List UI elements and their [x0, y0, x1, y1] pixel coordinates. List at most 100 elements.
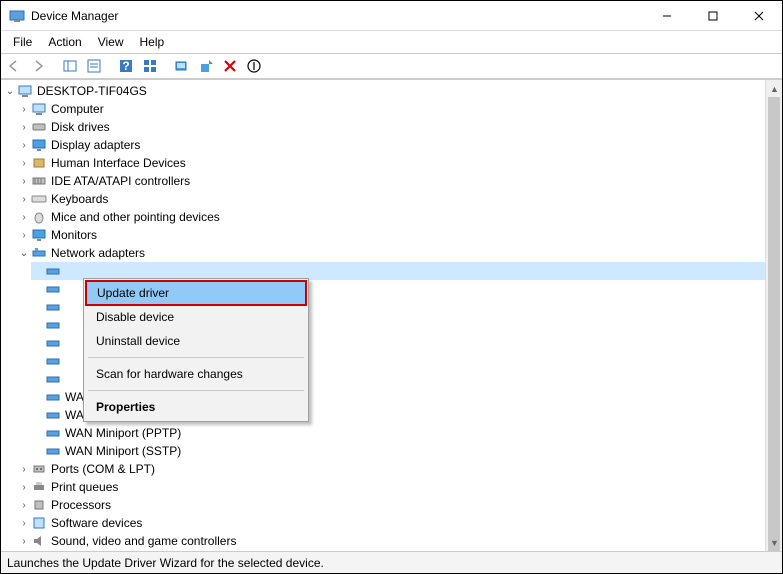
category-label: Sound, video and game controllers — [51, 534, 236, 548]
chevron-right-icon[interactable]: › — [17, 158, 31, 169]
ctx-update-driver[interactable]: Update driver — [85, 280, 307, 306]
device-label — [65, 318, 68, 332]
tree-category[interactable]: ›Mice and other pointing devices — [17, 208, 778, 226]
tree-category[interactable]: › Processors — [17, 496, 778, 514]
mouse-icon — [31, 209, 47, 225]
tree-root[interactable]: ⌄ DESKTOP-TIF04GS — [3, 82, 778, 100]
category-label: Keyboards — [51, 192, 108, 206]
disk-icon — [31, 119, 47, 135]
chevron-right-icon[interactable]: › — [17, 122, 31, 133]
monitor-icon — [31, 227, 47, 243]
window-title: Device Manager — [31, 9, 644, 23]
category-label: Display adapters — [51, 138, 140, 152]
ctx-disable-device[interactable]: Disable device — [86, 305, 306, 329]
ctx-properties[interactable]: Properties — [86, 395, 306, 419]
chevron-down-icon[interactable]: ⌄ — [17, 248, 31, 259]
tree-category[interactable]: › Keyboards — [17, 190, 778, 208]
tree-device[interactable]: WAN Miniport (SSTP) — [31, 442, 778, 460]
network-adapter-icon — [45, 317, 61, 333]
ide-icon — [31, 173, 47, 189]
forward-icon[interactable] — [27, 55, 49, 77]
chevron-right-icon[interactable]: › — [17, 500, 31, 511]
chevron-right-icon[interactable]: › — [17, 536, 31, 547]
chevron-right-icon[interactable]: › — [17, 482, 31, 493]
category-label: Computer — [51, 102, 104, 116]
chevron-right-icon[interactable]: › — [17, 140, 31, 151]
tree-category[interactable]: › Sound, video and game controllers — [17, 532, 778, 550]
disable-icon[interactable] — [243, 55, 265, 77]
tree-category[interactable]: › Computer — [17, 100, 778, 118]
vertical-scrollbar[interactable]: ▲ ▼ — [765, 80, 782, 551]
menu-help[interactable]: Help — [132, 33, 173, 51]
titlebar: Device Manager — [1, 1, 782, 31]
tree-category[interactable]: › Ports (COM & LPT) — [17, 460, 778, 478]
help-icon[interactable]: ? — [115, 55, 137, 77]
tree-category[interactable]: › Monitors — [17, 226, 778, 244]
tree-category[interactable]: › Software devices — [17, 514, 778, 532]
scroll-thumb[interactable] — [768, 97, 780, 551]
chevron-right-icon[interactable]: › — [17, 230, 31, 241]
network-adapter-icon — [45, 353, 61, 369]
tree-category-network[interactable]: ⌄ Network adapters — [17, 244, 778, 262]
category-label: Network adapters — [51, 246, 145, 260]
network-adapter-icon — [45, 443, 61, 459]
chevron-right-icon[interactable]: › — [17, 464, 31, 475]
category-label: Monitors — [51, 228, 97, 242]
network-adapter-icon — [45, 371, 61, 387]
close-button[interactable] — [736, 1, 782, 31]
tree-device[interactable]: WAN Miniport (PPTP) — [31, 424, 778, 442]
ctx-scan-hardware[interactable]: Scan for hardware changes — [86, 362, 306, 386]
device-label — [65, 264, 245, 278]
tree-category[interactable]: › Disk drives — [17, 118, 778, 136]
action-icon[interactable] — [139, 55, 161, 77]
software-icon — [31, 515, 47, 531]
maximize-button[interactable] — [690, 1, 736, 31]
statusbar: Launches the Update Driver Wizard for th… — [1, 551, 782, 573]
network-adapter-icon — [45, 263, 61, 279]
tree-category[interactable]: › Human Interface Devices — [17, 154, 778, 172]
chevron-right-icon[interactable]: › — [17, 194, 31, 205]
category-label: Ports (COM & LPT) — [51, 462, 155, 476]
menu-file[interactable]: File — [5, 33, 40, 51]
device-label: WAN Miniport (PPTP) — [65, 426, 181, 440]
network-adapter-icon — [45, 281, 61, 297]
chevron-right-icon[interactable]: › — [17, 518, 31, 529]
network-adapter-icon — [45, 335, 61, 351]
scan-hardware-icon[interactable] — [171, 55, 193, 77]
category-label: Software devices — [51, 516, 142, 530]
device-tree[interactable]: ⌄ DESKTOP-TIF04GS › Computer › Disk drives… — [1, 79, 782, 551]
category-label: Disk drives — [51, 120, 110, 134]
show-hide-console-icon[interactable] — [59, 55, 81, 77]
scroll-up-icon[interactable]: ▲ — [766, 80, 782, 97]
separator — [88, 357, 304, 358]
chevron-right-icon[interactable]: › — [17, 212, 31, 223]
tree-category[interactable]: › Print queues — [17, 478, 778, 496]
category-label: Print queues — [51, 480, 118, 494]
uninstall-icon[interactable] — [219, 55, 241, 77]
sound-icon — [31, 533, 47, 549]
menu-action[interactable]: Action — [40, 33, 89, 51]
update-driver-icon[interactable] — [195, 55, 217, 77]
network-adapter-icon — [45, 407, 61, 423]
status-text: Launches the Update Driver Wizard for th… — [7, 556, 324, 570]
category-label: IDE ATA/ATAPI controllers — [51, 174, 190, 188]
chevron-down-icon[interactable]: ⌄ — [3, 86, 17, 97]
hid-icon — [31, 155, 47, 171]
category-label: Processors — [51, 498, 111, 512]
ctx-uninstall-device[interactable]: Uninstall device — [86, 329, 306, 353]
menubar: File Action View Help — [1, 31, 782, 53]
properties-icon[interactable] — [83, 55, 105, 77]
back-icon[interactable] — [3, 55, 25, 77]
tree-category[interactable]: › Display adapters — [17, 136, 778, 154]
device-label: WAN Miniport (SSTP) — [65, 444, 181, 458]
tree-category[interactable]: › IDE ATA/ATAPI controllers — [17, 172, 778, 190]
scroll-down-icon[interactable]: ▼ — [766, 534, 782, 551]
chevron-right-icon[interactable]: › — [17, 104, 31, 115]
menu-view[interactable]: View — [90, 33, 132, 51]
ports-icon — [31, 461, 47, 477]
chevron-right-icon[interactable]: › — [17, 176, 31, 187]
computer-icon — [17, 83, 33, 99]
minimize-button[interactable] — [644, 1, 690, 31]
keyboard-icon — [31, 191, 47, 207]
category-label: Human Interface Devices — [51, 156, 186, 170]
